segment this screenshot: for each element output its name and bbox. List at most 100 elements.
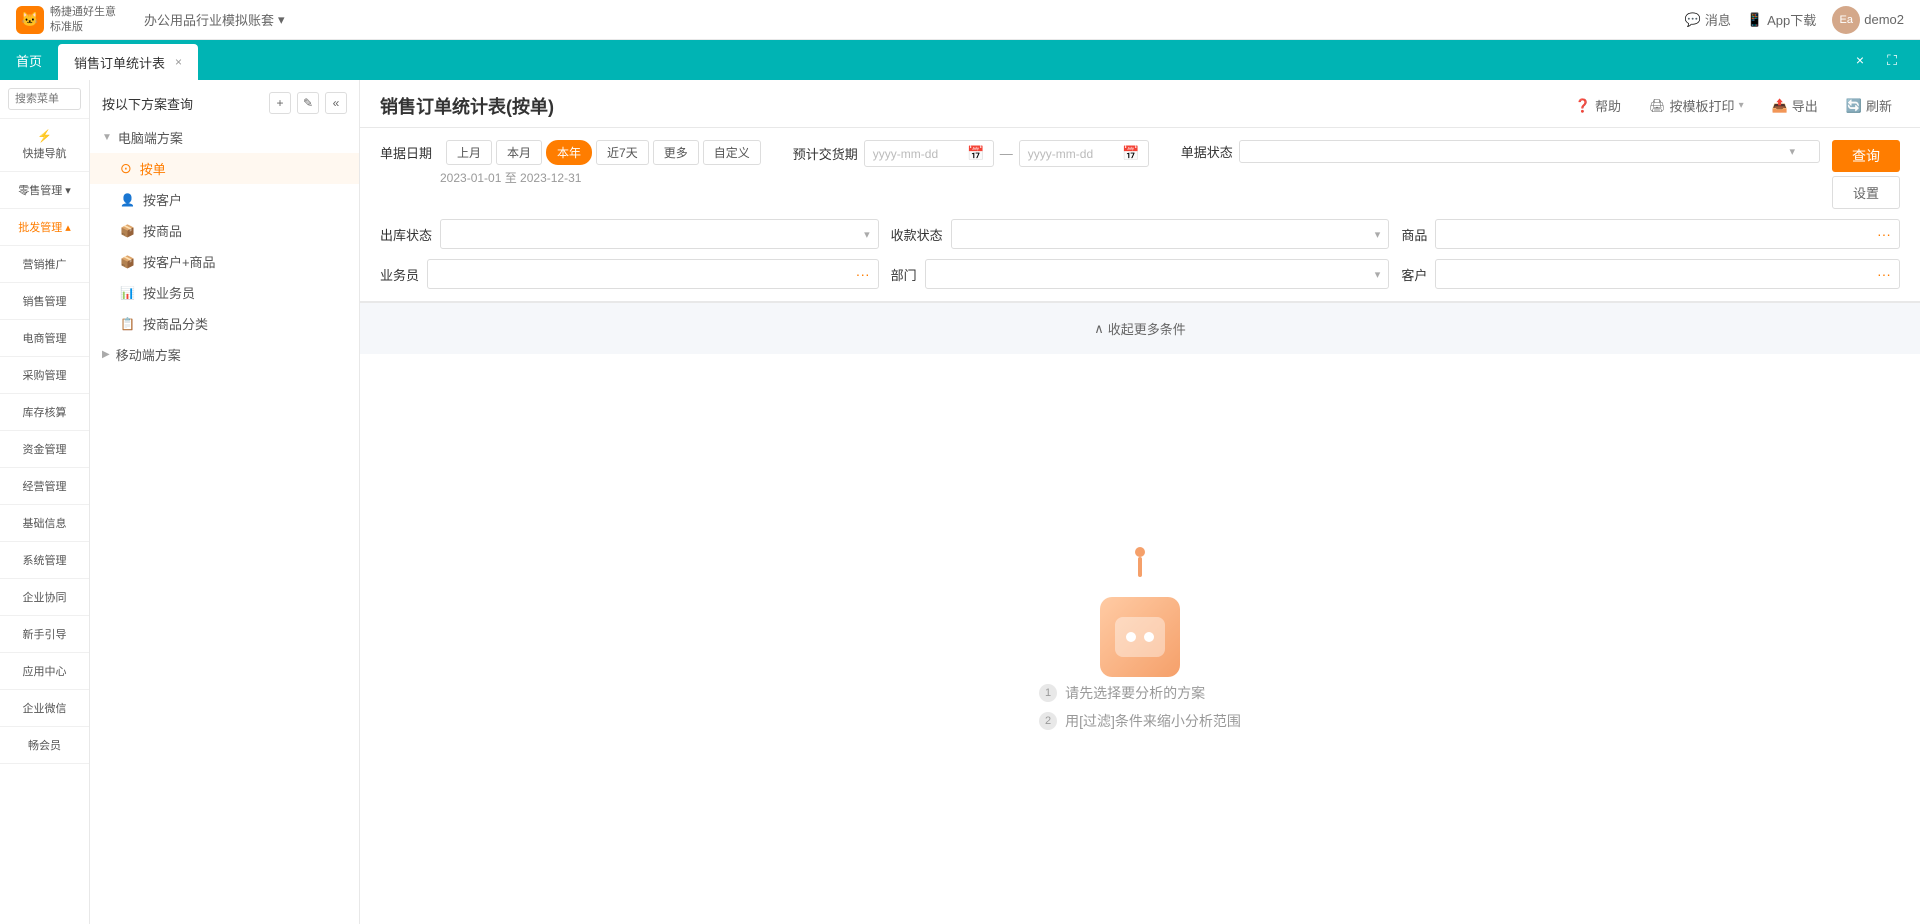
query-btn[interactable]: 查询 [1832, 140, 1900, 172]
sidebar-item-wechat[interactable]: 企业微信 [0, 690, 89, 727]
top-bar: 🐱 畅捷通好生意 标准版 办公用品行业模拟账套 ▾ 💬 消息 📱 App下载 E… [0, 0, 1920, 40]
sidebar-item-system[interactable]: 系统管理 [0, 542, 89, 579]
doc-status-label: 单据状态 [1181, 142, 1233, 161]
main-content: 销售订单统计表(按单) ❓ 帮助 🖨 按模板打印 ▾ 📤 导出 [360, 80, 1920, 924]
customer-more-icon[interactable]: ··· [1877, 266, 1891, 282]
date-btn-last-7-days[interactable]: 近7天 [596, 140, 649, 165]
collapse-more-btn[interactable]: ∧ 收起更多条件 [1078, 311, 1202, 346]
print-arrow-icon: ▾ [1739, 100, 1744, 111]
tree-item-icon: ⊙ [120, 160, 132, 177]
sidebar-item-wholesale[interactable]: 批发管理 ▴ [0, 209, 89, 246]
date-filter-label: 单据日期 [380, 143, 440, 162]
top-bar-left: 🐱 畅捷通好生意 标准版 办公用品行业模拟账套 ▾ [16, 5, 285, 34]
logo-text: 畅捷通好生意 标准版 [50, 5, 116, 34]
ship-status-select[interactable]: ▾ [440, 219, 879, 249]
salesperson-input[interactable]: ··· [427, 259, 879, 289]
filter-cell-payment: 收款状态 ▾ [891, 219, 1390, 249]
expected-date-end-input[interactable]: yyyy-mm-dd 📅 [1019, 140, 1149, 167]
date-btn-custom[interactable]: 自定义 [703, 140, 761, 165]
salesperson-more-icon[interactable]: ··· [856, 266, 870, 282]
collapse-panel-btn[interactable]: « [325, 92, 347, 114]
sidebar-item-appstore[interactable]: 应用中心 [0, 653, 89, 690]
dept-select[interactable]: ▾ [925, 259, 1390, 289]
filter-cell-salesperson: 业务员 ··· [380, 259, 879, 289]
product-label: 商品 [1401, 225, 1427, 244]
sidebar-item-retail[interactable]: 零售管理 ▾ [0, 172, 89, 209]
sidebar-item-operations[interactable]: 经营管理 [0, 468, 89, 505]
tree-arrow-collapsed-icon: ▶ [102, 349, 110, 360]
tab-bar-actions: × ⛶ [1848, 48, 1904, 72]
dept-label: 部门 [891, 265, 917, 284]
sidebar-item-marketing[interactable]: 营销推广 [0, 246, 89, 283]
tree-item-by-order[interactable]: ⊙ 按单 [90, 153, 359, 184]
step-1-icon: 1 [1039, 684, 1057, 702]
customer-input[interactable]: ··· [1435, 259, 1900, 289]
date-separator: — [1000, 146, 1013, 161]
date-btn-last-month[interactable]: 上月 [446, 140, 492, 165]
tree-section-mobile[interactable]: ▶ 移动端方案 [90, 339, 359, 370]
customer-label: 客户 [1401, 265, 1427, 284]
export-btn[interactable]: 📤 导出 [1764, 92, 1826, 119]
sidebar-item-quick-nav[interactable]: ⚡ 快捷导航 [0, 119, 89, 172]
product-input[interactable]: ··· [1435, 219, 1900, 249]
sidebar-item-newbie[interactable]: 新手引导 [0, 616, 89, 653]
print-btn[interactable]: 🖨 按模板打印 ▾ [1641, 92, 1752, 119]
payment-status-label: 收款状态 [891, 225, 943, 244]
page-title: 销售订单统计表(按单) [380, 93, 554, 119]
doc-status-arrow-icon: ▾ [1789, 145, 1795, 158]
tree-section-pc[interactable]: ▼ 电脑端方案 [90, 122, 359, 153]
tree-item-by-customer[interactable]: 👤 按客户 [90, 184, 359, 215]
message-btn[interactable]: 💬 消息 [1685, 10, 1731, 29]
sidebar-item-finance[interactable]: 资金管理 [0, 431, 89, 468]
search-input[interactable] [8, 88, 81, 110]
window-close-btn[interactable]: × [1848, 48, 1872, 72]
ship-status-label: 出库状态 [380, 225, 432, 244]
sidebar-item-inventory[interactable]: 库存核算 [0, 394, 89, 431]
tree-item-by-customer-product[interactable]: 📦 按客户+商品 [90, 246, 359, 277]
workspace-selector[interactable]: 办公用品行业模拟账套 ▾ [144, 10, 285, 29]
help-btn[interactable]: ❓ 帮助 [1567, 92, 1629, 119]
left-panel-icons: + ✎ « [269, 92, 347, 114]
tree-item-by-category[interactable]: 📋 按商品分类 [90, 308, 359, 339]
refresh-btn[interactable]: 🔄 刷新 [1838, 92, 1900, 119]
edit-scheme-btn[interactable]: ✎ [297, 92, 319, 114]
logo-icon: 🐱 [16, 6, 44, 34]
product-more-icon[interactable]: ··· [1877, 226, 1891, 242]
tree-section-mobile-label: 移动端方案 [116, 345, 181, 364]
window-maximize-btn[interactable]: ⛶ [1880, 48, 1904, 72]
tab-close-btn[interactable]: × [175, 55, 182, 69]
tab-sales-order[interactable]: 销售订单统计表 × [58, 44, 198, 80]
tree-item-by-product[interactable]: 📦 按商品 [90, 215, 359, 246]
sidebar-item-enterprise[interactable]: 企业协同 [0, 579, 89, 616]
tree-item-icon: 📦 [120, 255, 135, 269]
message-icon: 💬 [1685, 12, 1701, 28]
sidebar-item-purchase[interactable]: 采购管理 [0, 357, 89, 394]
date-range-display: 2023-01-01 至 2023-12-31 [380, 169, 761, 186]
app-download-btn[interactable]: 📱 App下载 [1747, 10, 1816, 29]
tree-item-icon: 📊 [120, 286, 135, 300]
user-menu[interactable]: Ea demo2 [1832, 6, 1904, 34]
empty-tip-1: 1 请先选择要分析的方案 [1039, 683, 1241, 703]
export-icon: 📤 [1772, 98, 1788, 114]
payment-status-select[interactable]: ▾ [951, 219, 1390, 249]
page-header-actions: ❓ 帮助 🖨 按模板打印 ▾ 📤 导出 🔄 刷新 [1567, 92, 1900, 119]
filter-cell-dept: 部门 ▾ [891, 259, 1390, 289]
sidebar-item-sales[interactable]: 销售管理 [0, 283, 89, 320]
expected-date-start-input[interactable]: yyyy-mm-dd 📅 [864, 140, 994, 167]
date-btn-more[interactable]: 更多 [653, 140, 699, 165]
empty-illustration [1080, 547, 1200, 667]
date-btn-this-year[interactable]: 本年 [546, 140, 592, 165]
doc-status-select[interactable]: ▾ [1239, 140, 1820, 163]
tree-item-icon: 📋 [120, 317, 135, 331]
sidebar-item-basic[interactable]: 基础信息 [0, 505, 89, 542]
expected-date-label: 预计交货期 [793, 144, 858, 163]
calendar-end-icon: 📅 [1122, 145, 1139, 162]
settings-btn[interactable]: 设置 [1832, 176, 1900, 209]
tree-item-icon: 📦 [120, 224, 135, 238]
add-scheme-btn[interactable]: + [269, 92, 291, 114]
sidebar-item-member[interactable]: 畅会员 [0, 727, 89, 764]
tree-item-by-salesperson[interactable]: 📊 按业务员 [90, 277, 359, 308]
sidebar-item-ecommerce[interactable]: 电商管理 [0, 320, 89, 357]
tab-home[interactable]: 首页 [0, 40, 58, 80]
date-btn-this-month[interactable]: 本月 [496, 140, 542, 165]
